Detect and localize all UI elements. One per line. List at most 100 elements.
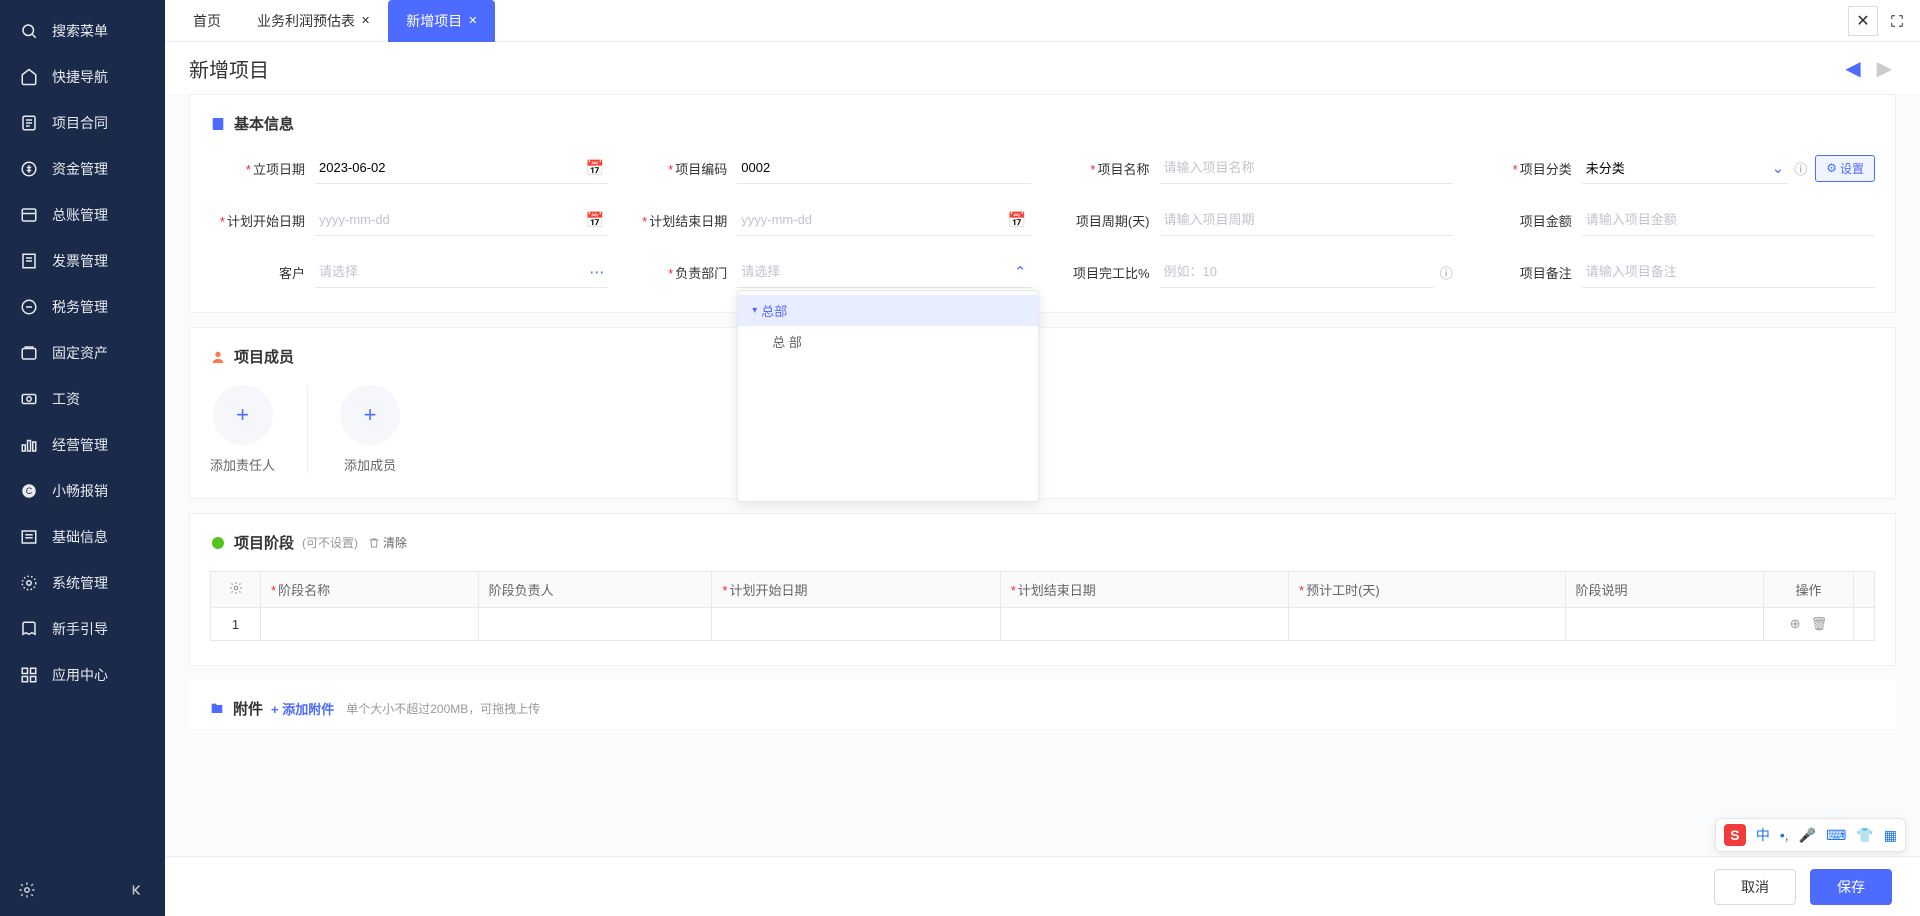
ime-punct-icon[interactable]: •, — [1780, 827, 1789, 843]
ime-skin-icon[interactable]: 👕 — [1856, 827, 1873, 844]
code-input[interactable] — [737, 152, 1030, 184]
plan-start-input[interactable] — [315, 204, 608, 236]
customer-select[interactable] — [315, 256, 608, 288]
chevron-down-icon[interactable]: ⌄ — [1772, 159, 1785, 177]
sidebar-item-8[interactable]: 经营管理 — [0, 422, 165, 468]
calendar-icon[interactable]: 📅 — [586, 159, 605, 177]
sidebar-item-4[interactable]: 发票管理 — [0, 238, 165, 284]
delete-row-icon[interactable]: 🗑 — [1811, 616, 1828, 632]
collapse-icon[interactable] — [129, 881, 147, 902]
sidebar-item-11[interactable]: 系统管理 — [0, 560, 165, 606]
plan-end-input[interactable] — [737, 204, 1030, 236]
gear-icon[interactable] — [18, 881, 36, 902]
complete-input[interactable] — [1160, 256, 1434, 288]
sidebar-item-label: 发票管理 — [52, 251, 108, 271]
chevron-up-icon[interactable]: ⌃ — [1014, 263, 1027, 281]
sidebar-item-13[interactable]: 应用中心 — [0, 652, 165, 698]
more-icon[interactable]: ⋯ — [589, 263, 604, 281]
sidebar-item-3[interactable]: 总账管理 — [0, 192, 165, 238]
sidebar-item-label: 资金管理 — [52, 159, 108, 179]
members-icon — [210, 349, 226, 365]
ime-keyboard-icon[interactable]: ⌨ — [1826, 827, 1846, 844]
tab-home[interactable]: 首页 — [175, 0, 239, 42]
calendar-icon[interactable]: 📅 — [586, 211, 605, 229]
sidebar-search[interactable]: 搜索菜单 — [0, 8, 165, 54]
calendar-icon[interactable]: 📅 — [1008, 211, 1027, 229]
clear-button[interactable]: 清除 — [368, 534, 407, 551]
guide-icon — [18, 618, 40, 640]
sidebar-item-1[interactable]: 项目合同 — [0, 100, 165, 146]
add-member[interactable]: + 添加成员 — [340, 385, 400, 474]
department-select[interactable] — [737, 256, 1030, 288]
sidebar-item-6[interactable]: 固定资产 — [0, 330, 165, 376]
close-icon[interactable]: ✕ — [468, 14, 477, 27]
sidebar-item-9[interactable]: C小畅报销 — [0, 468, 165, 514]
close-icon[interactable]: ✕ — [361, 14, 370, 27]
ime-bar[interactable]: S 中 •, 🎤 ⌨ 👕 ▦ — [1715, 818, 1906, 852]
name-input[interactable] — [1160, 152, 1453, 184]
nav-next[interactable]: ▶ — [1873, 52, 1896, 85]
plus-icon: + — [213, 385, 273, 445]
sidebar-item-2[interactable]: 资金管理 — [0, 146, 165, 192]
field-label: 项目名称 — [1097, 162, 1149, 177]
field-label: 客户 — [279, 266, 305, 281]
field-label: 负责部门 — [675, 266, 727, 281]
tax-icon — [18, 296, 40, 318]
ime-lang[interactable]: 中 — [1756, 825, 1770, 845]
ime-menu-icon[interactable]: ▦ — [1884, 827, 1897, 844]
add-row-icon[interactable]: ⊕ — [1790, 616, 1801, 632]
tabs-bar: 首页 业务利润预估表✕ 新增项目 ✕ ✕ — [165, 0, 1920, 42]
footer: 取消 保存 — [165, 856, 1920, 916]
section-title-text: 附件 — [233, 698, 263, 719]
section-basic: 基本信息 *立项日期 📅 *项目编码 *项目名称 — [189, 94, 1896, 313]
settings-button[interactable]: ⚙设置 — [1815, 155, 1875, 182]
field-label: 计划开始日期 — [227, 214, 305, 229]
dropdown-item-child[interactable]: 总 部 — [738, 326, 1038, 357]
expense-icon: C — [18, 480, 40, 502]
sidebar: 搜索菜单 快捷导航 项目合同 资金管理 总账管理 发票管理 税务管理 固定资产 … — [0, 0, 165, 916]
system-icon — [18, 572, 40, 594]
sidebar-item-label: 工资 — [52, 389, 80, 409]
sidebar-item-0[interactable]: 快捷导航 — [0, 54, 165, 100]
nav-prev[interactable]: ◀ — [1841, 52, 1864, 85]
sidebar-item-label: 税务管理 — [52, 297, 108, 317]
help-icon[interactable]: ⓘ — [1440, 263, 1453, 282]
sidebar-item-12[interactable]: 新手引导 — [0, 606, 165, 652]
tab-profit[interactable]: 业务利润预估表✕ — [239, 0, 388, 42]
tab-label: 新增项目 — [406, 11, 462, 31]
help-icon[interactable]: ⓘ — [1794, 159, 1807, 178]
dropdown-item-parent[interactable]: ▾总部 — [738, 295, 1038, 326]
period-input[interactable] — [1160, 204, 1453, 236]
sidebar-item-label: 应用中心 — [52, 665, 108, 685]
col-ops: 操作 — [1764, 572, 1854, 608]
add-owner[interactable]: + 添加责任人 — [210, 385, 275, 474]
cancel-button[interactable]: 取消 — [1714, 869, 1796, 905]
fullscreen-icon[interactable] — [1882, 6, 1912, 36]
ime-mic-icon[interactable]: 🎤 — [1799, 827, 1816, 844]
section-note: (可不设置) — [302, 534, 358, 551]
add-attachment[interactable]: + 添加附件 — [271, 699, 334, 718]
row-index: 1 — [211, 608, 261, 641]
tab-new-project[interactable]: 新增项目 ✕ — [388, 0, 495, 42]
sidebar-item-7[interactable]: 工资 — [0, 376, 165, 422]
sidebar-item-5[interactable]: 税务管理 — [0, 284, 165, 330]
category-select[interactable] — [1582, 152, 1788, 184]
close-all-tabs[interactable]: ✕ — [1848, 6, 1878, 36]
department-dropdown: ▾总部 总 部 — [737, 290, 1039, 502]
date-input[interactable] — [315, 152, 608, 184]
amount-input[interactable] — [1582, 204, 1875, 236]
remark-input[interactable] — [1582, 256, 1875, 288]
save-button[interactable]: 保存 — [1810, 869, 1892, 905]
col-owner: 阶段负责人 — [478, 572, 712, 608]
stage-table: *阶段名称 阶段负责人 *计划开始日期 *计划结束日期 *预计工时(天) 阶段说… — [210, 571, 1875, 641]
sidebar-item-10[interactable]: 基础信息 — [0, 514, 165, 560]
section-stages: 项目阶段 (可不设置) 清除 *阶段名称 阶段负责人 *计划开始日期 *计划结束… — [189, 513, 1896, 666]
sidebar-item-label: 项目合同 — [52, 113, 108, 133]
scroll-col — [1854, 572, 1875, 608]
invoice-icon — [18, 250, 40, 272]
table-row[interactable]: 1 ⊕ 🗑 — [211, 608, 1875, 641]
field-label: 项目周期(天) — [1076, 214, 1150, 229]
sidebar-item-label: 快捷导航 — [52, 67, 108, 87]
gear-header[interactable] — [211, 572, 261, 608]
plus-icon: + — [340, 385, 400, 445]
